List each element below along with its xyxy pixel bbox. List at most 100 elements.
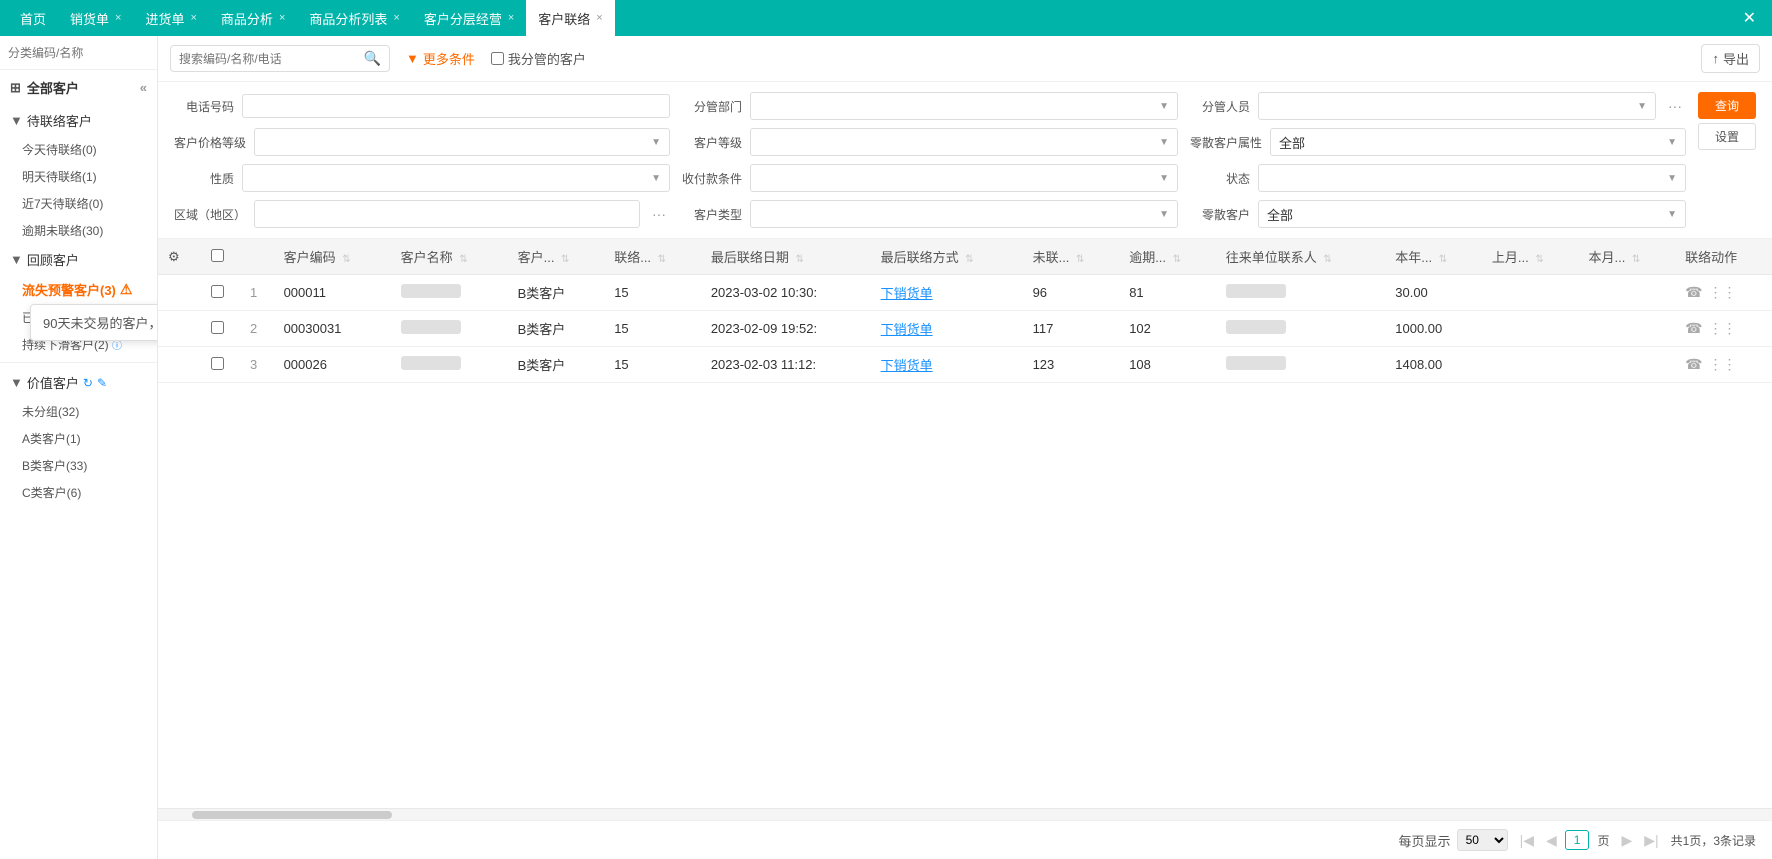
filter-person-select[interactable]: ▼ — [1258, 92, 1656, 120]
settings-button[interactable]: 设置 — [1698, 123, 1756, 150]
nav-product-analysis[interactable]: 商品分析 × — [209, 0, 297, 36]
next-page-btn[interactable]: ▶ — [1617, 830, 1636, 851]
sidebar-item-7days[interactable]: 近7天待联络(0) — [0, 190, 157, 217]
contact-method-link[interactable]: 下销货单 — [881, 322, 933, 337]
th-settings[interactable]: ⚙ — [158, 239, 201, 275]
edit-icon[interactable]: ✎ — [97, 376, 107, 390]
td-last-month — [1482, 347, 1579, 383]
nav-product-analysis-list[interactable]: 商品分析列表 × — [297, 0, 411, 36]
sidebar-item-overdue[interactable]: 逾期未联络(30) — [0, 217, 157, 244]
sidebar-item-type-c[interactable]: C类客户(6) — [0, 479, 157, 506]
more-action-icon[interactable]: ⋮⋮ — [1709, 356, 1737, 373]
query-button[interactable]: 查询 — [1698, 92, 1756, 119]
close-purchase-order[interactable]: × — [190, 12, 196, 24]
region-more-btn[interactable]: ··· — [648, 206, 670, 222]
current-page[interactable]: 1 — [1565, 830, 1590, 850]
sidebar-section-pending[interactable]: ▼ 待联络客户 — [0, 105, 157, 136]
th-unit-contacts[interactable]: 往来单位联系人 ⇅ — [1216, 239, 1385, 275]
search-input[interactable] — [179, 52, 364, 66]
close-customer-contact[interactable]: × — [596, 12, 602, 24]
th-last-contact-date[interactable]: 最后联络日期 ⇅ — [701, 239, 871, 275]
th-this-year[interactable]: 本年... ⇅ — [1385, 239, 1482, 275]
more-action-icon[interactable]: ⋮⋮ — [1709, 284, 1737, 301]
td-contact: 15 — [604, 311, 701, 347]
nav-customer-contact[interactable]: 客户联络 × — [526, 0, 614, 36]
filter-status-label: 状态 — [1190, 170, 1250, 187]
contact-method-link[interactable]: 下销货单 — [881, 358, 933, 373]
contact-icon[interactable]: ☎ — [1685, 284, 1702, 301]
th-code[interactable]: 客户编码 ⇅ — [274, 239, 391, 275]
sidebar-section-value[interactable]: ▼ 价值客户 ↻ ✎ — [0, 367, 157, 398]
nav-home[interactable]: 首页 — [8, 0, 58, 36]
more-filter-btn[interactable]: ▼ 更多条件 — [398, 45, 483, 72]
filter-region-select[interactable] — [254, 200, 640, 228]
horizontal-scrollbar[interactable] — [158, 808, 1772, 820]
sort-method-icon: ⇅ — [965, 254, 973, 265]
filter-phone-input[interactable] — [242, 94, 670, 118]
sidebar-item-churn-warning[interactable]: 流失预警客户(3) ⚠ — [0, 275, 157, 304]
filter-customer-grade-select[interactable]: ▼ — [750, 128, 1178, 156]
more-action-icon[interactable]: ⋮⋮ — [1709, 320, 1737, 337]
refresh-icon[interactable]: ↻ — [83, 376, 93, 390]
sidebar-item-type-a[interactable]: A类客户(1) — [0, 425, 157, 452]
td-settings — [158, 311, 201, 347]
filter-nature-select[interactable]: ▼ — [242, 164, 670, 192]
filter-sparse-attr-select[interactable]: 全部 ▼ — [1270, 128, 1686, 156]
select-all-checkbox[interactable] — [211, 249, 224, 262]
row-checkbox[interactable] — [211, 357, 224, 370]
close-sales-order[interactable]: × — [115, 12, 121, 24]
close-customer-tier[interactable]: × — [508, 12, 514, 24]
prev-page-btn[interactable]: ◀ — [1542, 830, 1561, 851]
filter-price-grade-select[interactable]: ▼ — [254, 128, 670, 156]
td-this-month — [1578, 275, 1675, 311]
row-checkbox[interactable] — [211, 321, 224, 334]
filter-person-label: 分管人员 — [1190, 98, 1250, 115]
sidebar-section-review[interactable]: ▼ 回顾客户 — [0, 244, 157, 275]
th-name[interactable]: 客户名称 ⇅ — [391, 239, 508, 275]
person-more-btn[interactable]: ··· — [1664, 98, 1686, 114]
contact-icon[interactable]: ☎ — [1685, 356, 1702, 373]
th-contact[interactable]: 联络... ⇅ — [604, 239, 701, 275]
td-code: 000026 — [274, 347, 391, 383]
th-last-month[interactable]: 上月... ⇅ — [1482, 239, 1579, 275]
sidebar-item-today[interactable]: 今天待联络(0) — [0, 136, 157, 163]
my-customers-checkbox-label[interactable]: 我分管的客户 — [491, 49, 586, 68]
th-uncontacted[interactable]: 未联... ⇅ — [1023, 239, 1120, 275]
th-this-month[interactable]: 本月... ⇅ — [1578, 239, 1675, 275]
close-product-analysis-list[interactable]: × — [393, 12, 399, 24]
customer-table: ⚙ 客户编码 ⇅ 客户名称 ⇅ 客户... ⇅ 联络... ⇅ 最后联络日期 ⇅… — [158, 239, 1772, 383]
page-size-select[interactable]: 50 10 20 100 — [1457, 829, 1508, 851]
td-type: B类客户 — [508, 311, 605, 347]
nav-purchase-order[interactable]: 进货单 × — [133, 0, 208, 36]
last-page-btn[interactable]: ▶| — [1640, 830, 1662, 851]
export-button[interactable]: ↑ 导出 — [1701, 44, 1760, 73]
filter-payment-select[interactable]: ▼ — [750, 164, 1178, 192]
contact-icon[interactable]: ☎ — [1685, 320, 1702, 337]
filter-customer-type-select[interactable]: ▼ — [750, 200, 1178, 228]
contact-method-link[interactable]: 下销货单 — [881, 286, 933, 301]
close-product-analysis[interactable]: × — [279, 12, 285, 24]
row-checkbox[interactable] — [211, 285, 224, 298]
filter-status-select[interactable]: ▼ — [1258, 164, 1686, 192]
first-page-btn[interactable]: |◀ — [1516, 830, 1538, 851]
sidebar-item-tomorrow[interactable]: 明天待联络(1) — [0, 163, 157, 190]
filter-status: 状态 ▼ — [1190, 164, 1686, 192]
filter-phone: 电话号码 — [174, 94, 670, 118]
filter-sparse-customer-select[interactable]: 全部 ▼ — [1258, 200, 1686, 228]
th-overdue[interactable]: 逾期... ⇅ — [1119, 239, 1216, 275]
window-close-btn[interactable]: ✕ — [1735, 8, 1764, 28]
filter-dept-select[interactable]: ▼ — [750, 92, 1178, 120]
sidebar-all-customers[interactable]: ⊞ 全部客户 « — [0, 70, 157, 105]
nav-customer-tier[interactable]: 客户分层经营 × — [412, 0, 526, 36]
scroll-thumb[interactable] — [192, 811, 392, 819]
sidebar-search-input[interactable] — [8, 46, 158, 60]
th-last-contact-method[interactable]: 最后联络方式 ⇅ — [871, 239, 1023, 275]
search-button[interactable]: 🔍 — [364, 50, 381, 67]
th-type[interactable]: 客户... ⇅ — [508, 239, 605, 275]
sidebar-item-type-b[interactable]: B类客户(33) — [0, 452, 157, 479]
my-customers-checkbox[interactable] — [491, 52, 504, 65]
sort-contact-icon: ⇅ — [658, 254, 666, 265]
nav-sales-order[interactable]: 销货单 × — [58, 0, 133, 36]
sort-type-icon: ⇅ — [561, 254, 569, 265]
sidebar-item-ungrouped[interactable]: 未分组(32) — [0, 398, 157, 425]
